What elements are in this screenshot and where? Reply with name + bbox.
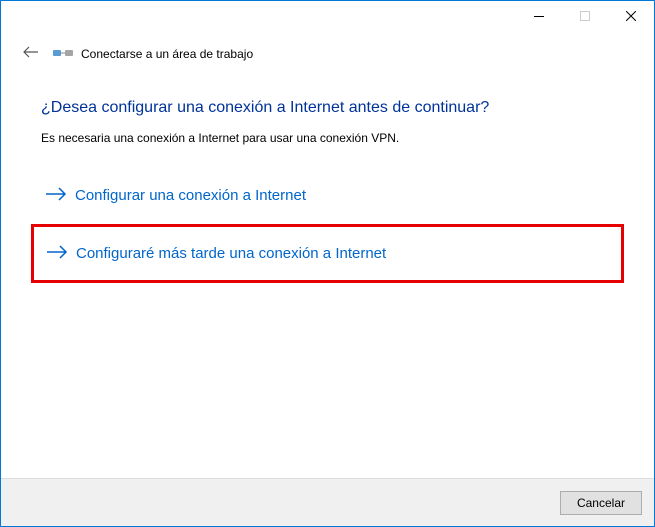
arrow-right-icon	[45, 185, 67, 206]
wizard-title: Conectarse a un área de trabajo	[81, 47, 253, 61]
wizard-content: ¿Desea configurar una conexión a Interne…	[1, 75, 654, 283]
back-arrow-icon[interactable]	[19, 41, 43, 67]
page-description: Es necesaria una conexión a Internet par…	[41, 131, 614, 145]
arrow-right-icon	[46, 243, 68, 264]
window-titlebar	[1, 1, 654, 31]
option-configure-later[interactable]: Configuraré más tarde una conexión a Int…	[36, 229, 619, 278]
wizard-footer: Cancelar	[1, 478, 654, 526]
wizard-header: Conectarse a un área de trabajo	[1, 31, 654, 75]
workplace-connection-icon	[53, 47, 71, 61]
option-label: Configurar una conexión a Internet	[75, 187, 306, 204]
option-configure-now[interactable]: Configurar una conexión a Internet	[41, 173, 614, 218]
maximize-button	[562, 1, 608, 31]
page-heading: ¿Desea configurar una conexión a Interne…	[41, 99, 614, 117]
cancel-button[interactable]: Cancelar	[560, 491, 642, 515]
option-label: Configuraré más tarde una conexión a Int…	[76, 245, 386, 262]
highlight-annotation: Configuraré más tarde una conexión a Int…	[31, 224, 624, 283]
close-button[interactable]	[608, 1, 654, 31]
minimize-button[interactable]	[516, 1, 562, 31]
